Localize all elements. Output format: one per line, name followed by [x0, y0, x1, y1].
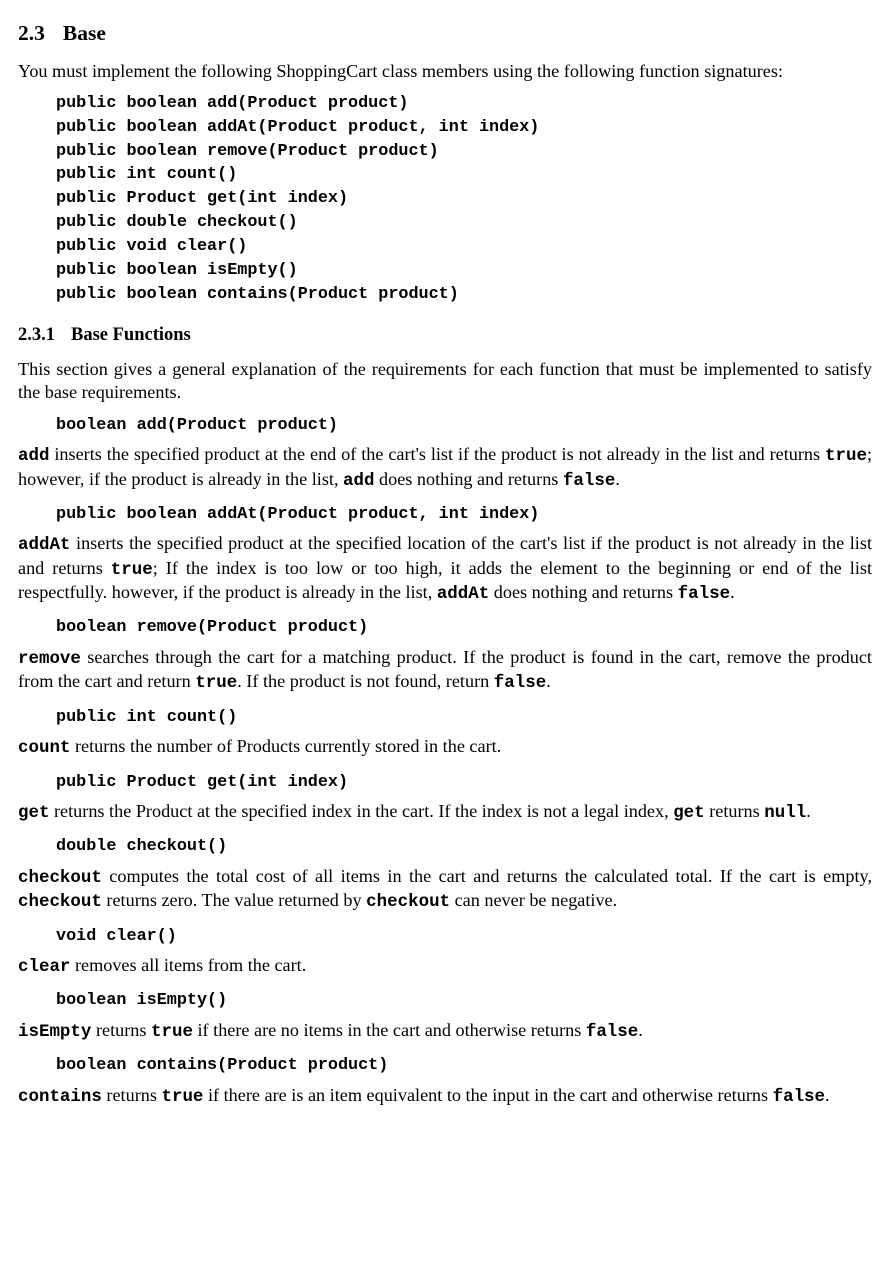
section-title: Base [63, 21, 106, 45]
function-description: remove searches through the cart for a m… [18, 646, 872, 695]
function-signature: boolean isEmpty() [56, 990, 872, 1012]
subsection-intro: This section gives a general explanation… [18, 358, 872, 405]
subsection-heading: 2.3.1 Base Functions [18, 324, 872, 348]
function-description: clear removes all items from the cart. [18, 954, 872, 978]
function-description: count returns the number of Products cur… [18, 735, 872, 759]
function-signature: public Product get(int index) [56, 772, 872, 794]
function-description: addAt inserts the specified product at t… [18, 532, 872, 605]
function-description: get returns the Product at the specified… [18, 800, 872, 824]
function-description: contains returns true if there are is an… [18, 1084, 872, 1108]
function-signature: boolean add(Product product) [56, 415, 872, 437]
function-signature: double checkout() [56, 836, 872, 858]
function-description: checkout computes the total cost of all … [18, 865, 872, 914]
section-heading: 2.3 Base [18, 20, 872, 48]
function-descriptions: boolean add(Product product) add inserts … [18, 415, 872, 1109]
function-signature: public boolean addAt(Product product, in… [56, 504, 872, 526]
function-signature: boolean contains(Product product) [56, 1055, 872, 1077]
function-signature: boolean remove(Product product) [56, 617, 872, 639]
code-block-signatures: public boolean add(Product product) publ… [56, 92, 872, 307]
section-number: 2.3 [18, 21, 45, 45]
subsection-number: 2.3.1 [18, 325, 55, 345]
section-intro: You must implement the following Shoppin… [18, 60, 872, 83]
function-description: isEmpty returns true if there are no ite… [18, 1019, 872, 1043]
subsection-title: Base Functions [71, 325, 191, 345]
function-description: add inserts the specified product at the… [18, 443, 872, 492]
function-signature: public int count() [56, 707, 872, 729]
function-signature: void clear() [56, 926, 872, 948]
